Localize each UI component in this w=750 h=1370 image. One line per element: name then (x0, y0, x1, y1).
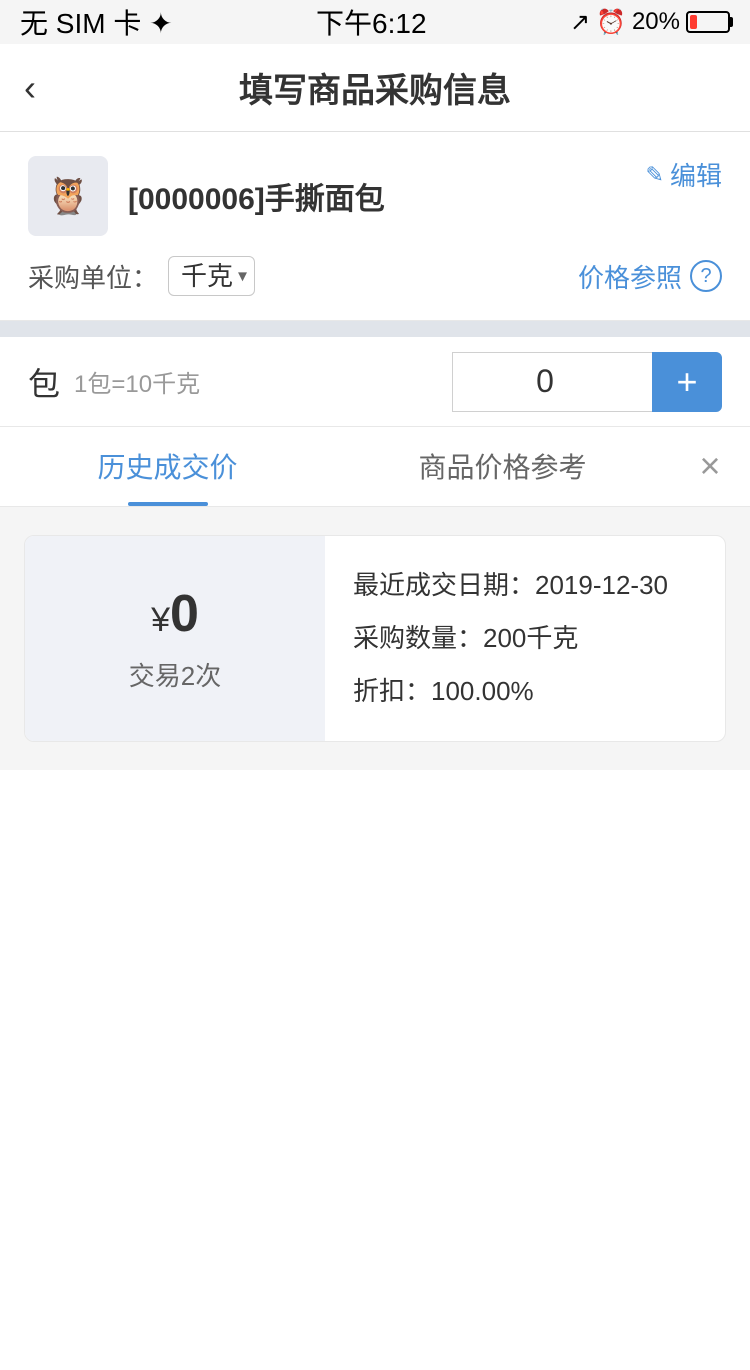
product-top-row: 🦉 [0000006]手撕面包 ✎ 编辑 (28, 156, 722, 236)
unit-label: 采购单位： (28, 258, 158, 295)
detail-discount: 折扣：100.00% (353, 672, 697, 711)
product-info-left: 🦉 [0000006]手撕面包 (28, 156, 385, 236)
unit-row: 采购单位： 千克 包 克 (28, 256, 255, 296)
plus-icon: + (676, 361, 697, 403)
status-time: 下午6:12 (316, 2, 427, 42)
content-area: ¥0 交易2次 最近成交日期：2019-12-30 采购数量：200千克 折扣：… (0, 507, 750, 770)
tab-close-button[interactable]: × (670, 426, 750, 506)
page-title: 填写商品采购信息 (239, 63, 511, 112)
tab-active-indicator (128, 502, 208, 506)
tab-history-price-label: 历史成交价 (97, 446, 237, 486)
discount-value: 100.00% (431, 676, 534, 706)
card-transactions: 交易2次 (129, 656, 221, 693)
detail-quantity: 采购数量：200千克 (353, 619, 697, 658)
price-ref-label: 价格参照 (578, 258, 682, 295)
logo-owl-icon: 🦉 (46, 175, 91, 217)
location-icon: ↗ (570, 8, 590, 37)
edit-label: 编辑 (670, 156, 722, 193)
quantity-unit-label: 包 (28, 359, 60, 405)
quantity-label-group: 包 1包=10千克 (28, 359, 200, 405)
divider-bar (0, 321, 750, 337)
status-bar: 无 SIM 卡 ✦ 下午6:12 ↗ ⏰ 20% (0, 0, 750, 44)
card-price-value: ¥0 (151, 584, 199, 644)
tab-bar: 历史成交价 商品价格参考 × (0, 427, 750, 507)
quantity-sub-label: 1包=10千克 (74, 364, 200, 399)
status-network: 无 SIM 卡 ✦ (20, 2, 173, 42)
card-details-section: 最近成交日期：2019-12-30 采购数量：200千克 折扣：100.00% (325, 536, 725, 741)
unit-select[interactable]: 千克 包 克 (168, 256, 255, 296)
edit-button[interactable]: ✎ 编辑 (646, 156, 722, 193)
tab-product-price-ref[interactable]: 商品价格参考 (335, 426, 670, 506)
quantity-row: 包 1包=10千克 + (0, 337, 750, 427)
product-logo: 🦉 (28, 156, 108, 236)
quantity-detail-value: 200千克 (483, 623, 578, 653)
help-icon: ? (690, 260, 722, 292)
back-button[interactable]: ‹ (24, 67, 36, 109)
card-price-section: ¥0 交易2次 (25, 536, 325, 741)
product-card: 🦉 [0000006]手撕面包 ✎ 编辑 采购单位： 千克 包 克 价格参照 ? (0, 132, 750, 321)
detail-recent-date: 最近成交日期：2019-12-30 (353, 566, 697, 605)
page-header: ‹ 填写商品采购信息 (0, 44, 750, 132)
quantity-detail-label: 采购数量： (353, 623, 483, 653)
tab-product-price-ref-label: 商品价格参考 (418, 446, 586, 486)
quantity-plus-button[interactable]: + (652, 352, 722, 412)
unit-select-wrapper[interactable]: 千克 包 克 (168, 256, 255, 296)
quantity-input-wrapper: + (452, 352, 722, 412)
recent-date-value: 2019-12-30 (535, 570, 668, 600)
battery-percent: 20% (632, 8, 680, 36)
battery-icon (686, 11, 730, 33)
status-right-group: ↗ ⏰ 20% (570, 8, 730, 37)
price-number: 0 (170, 585, 199, 643)
alarm-icon: ⏰ (596, 8, 626, 37)
product-name: [0000006]手撕面包 (128, 174, 385, 218)
rest-page (0, 770, 750, 1370)
close-icon: × (699, 445, 720, 487)
product-bottom-row: 采购单位： 千克 包 克 价格参照 ? (28, 256, 722, 296)
edit-icon: ✎ (646, 162, 664, 188)
tab-history-price[interactable]: 历史成交价 (0, 426, 335, 506)
price-ref-button[interactable]: 价格参照 ? (578, 258, 722, 295)
quantity-input[interactable] (452, 352, 652, 412)
discount-label: 折扣： (353, 676, 431, 706)
price-symbol: ¥ (151, 601, 170, 639)
recent-date-label: 最近成交日期： (353, 570, 535, 600)
transaction-card: ¥0 交易2次 最近成交日期：2019-12-30 采购数量：200千克 折扣：… (24, 535, 726, 742)
